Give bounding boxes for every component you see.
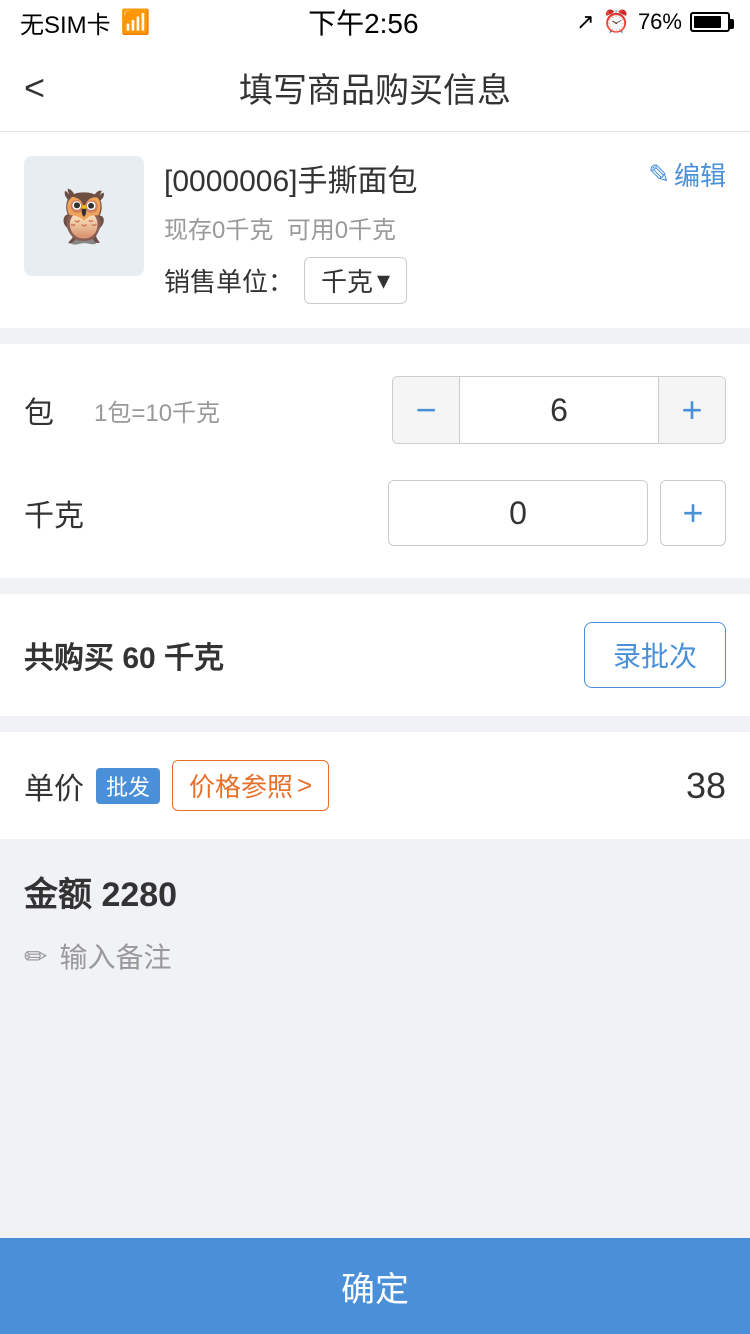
bag-plus-button[interactable]: + xyxy=(659,377,725,443)
product-stock: 现存0千克 可用0千克 xyxy=(164,210,726,245)
product-unit-row: 销售单位： 千克 ▾ xyxy=(164,257,726,304)
bag-quantity-row: 包 1包=10千克 − + xyxy=(24,376,726,444)
price-ref-button[interactable]: 价格参照 > xyxy=(172,760,329,811)
battery-label: 76% xyxy=(638,9,682,35)
kg-label: 千克 xyxy=(24,491,84,535)
price-badge: 批发 xyxy=(96,768,160,804)
batch-button[interactable]: 录批次 xyxy=(584,622,726,688)
price-label: 单价 xyxy=(24,764,84,808)
kg-input[interactable] xyxy=(388,480,648,546)
unit-select[interactable]: 千克 ▾ xyxy=(304,257,407,304)
unit-label: 销售单位： xyxy=(164,262,294,299)
bag-label: 包 xyxy=(24,388,84,432)
time-label: 下午2:56 xyxy=(308,2,419,42)
alarm-icon: ⏰ xyxy=(603,9,630,35)
price-row: 单价 批发 价格参照 > 38 xyxy=(24,760,726,811)
edit-icon: ✎ xyxy=(648,159,670,190)
amount-row: 金额 2280 xyxy=(24,867,726,916)
product-card: 🦉 [0000006]手撕面包 现存0千克 可用0千克 销售单位： 千克 ▾ ✎… xyxy=(0,132,750,328)
kg-controls: + xyxy=(388,480,726,546)
price-section: 单价 批发 价格参照 > 38 xyxy=(0,732,750,839)
kg-plus-button[interactable]: + xyxy=(660,480,726,546)
product-name: [0000006]手撕面包 xyxy=(164,156,726,200)
battery-icon xyxy=(690,12,730,32)
status-bar: 无SIM卡 📶 下午2:56 ↗ ⏰ 76% xyxy=(0,0,750,44)
note-placeholder: 输入备注 xyxy=(59,936,171,976)
status-left: 无SIM卡 📶 xyxy=(20,5,151,40)
spacer xyxy=(0,992,750,1192)
bag-sublabel: 1包=10千克 xyxy=(94,393,392,428)
nav-bar: < 填写商品购买信息 xyxy=(0,44,750,132)
wifi-icon: 📶 xyxy=(121,8,151,37)
carrier-label: 无SIM卡 xyxy=(20,5,111,40)
product-info: [0000006]手撕面包 现存0千克 可用0千克 销售单位： 千克 ▾ xyxy=(164,156,726,304)
quantity-section: 包 1包=10千克 − + 千克 + xyxy=(0,344,750,578)
bag-controls: − + xyxy=(392,376,726,444)
summary-text: 共购买 60 千克 xyxy=(24,633,224,677)
product-thumb-icon: 🦉 xyxy=(52,186,117,247)
bag-input[interactable] xyxy=(459,377,659,443)
note-row[interactable]: ✏ 输入备注 xyxy=(24,936,726,976)
confirm-button[interactable]: 确定 xyxy=(0,1238,750,1334)
status-right: ↗ ⏰ 76% xyxy=(576,9,730,35)
bag-stepper: − + xyxy=(392,376,726,444)
location-icon: ↗ xyxy=(576,9,594,35)
chevron-down-icon: ▾ xyxy=(377,265,390,296)
price-ref-arrow-icon: > xyxy=(297,770,312,801)
bag-minus-button[interactable]: − xyxy=(393,377,459,443)
price-value: 38 xyxy=(686,765,726,807)
back-button[interactable]: < xyxy=(24,67,45,109)
edit-button[interactable]: ✎ 编辑 xyxy=(648,156,726,193)
page-title: 填写商品购买信息 xyxy=(239,63,511,112)
note-icon: ✏ xyxy=(24,940,47,973)
product-thumbnail: 🦉 xyxy=(24,156,144,276)
summary-section: 共购买 60 千克 录批次 xyxy=(0,594,750,716)
amount-section: 金额 2280 ✏ 输入备注 xyxy=(0,839,750,992)
kg-quantity-row: 千克 + xyxy=(24,480,726,546)
